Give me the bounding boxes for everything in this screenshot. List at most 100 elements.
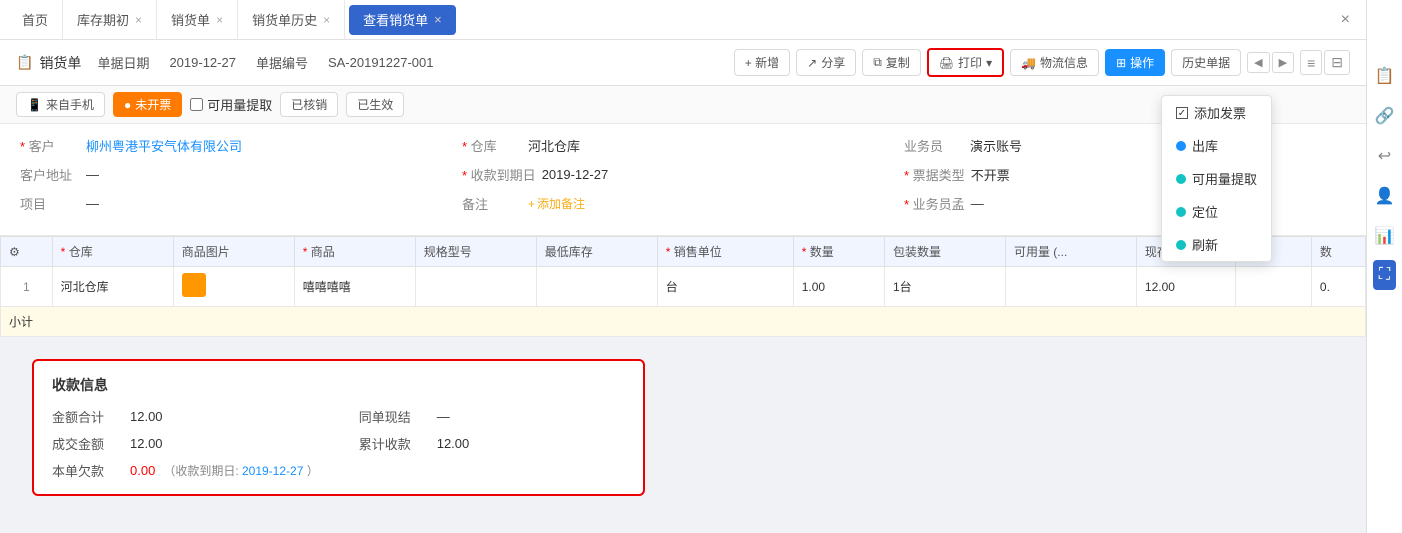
row-warehouse: 河北仓库 [52, 267, 173, 307]
sidebar-link-icon[interactable]: 🔗 [1369, 100, 1401, 132]
col-available: 可用量 (... [1005, 237, 1136, 267]
col-settings: ⚙ [1, 237, 53, 267]
print-button[interactable]: 🖨 打印 ▾ [927, 48, 1004, 77]
share-button[interactable]: ↗ 分享 [796, 49, 856, 76]
product-image [182, 273, 206, 297]
form-row-1: 客户 柳州粤港平安气体有限公司 仓库 河北仓库 业务员 演示账号 [20, 136, 1346, 155]
sidebar-expand-icon[interactable]: ⛶ [1373, 260, 1396, 290]
doc-date-label: 单据日期 [97, 53, 149, 72]
doc-header: 📋 销货单 单据日期 2019-12-27 单据编号 SA-20191227-0… [0, 40, 1366, 86]
dropdown-outbound[interactable]: 出库 [1162, 129, 1271, 162]
payment-title: 收款信息 [52, 375, 625, 395]
col-product-img: 商品图片 [173, 237, 294, 267]
col-quantity: 数量 [793, 237, 884, 267]
payment-deal: 成交金额 12.00 [52, 434, 319, 453]
address-label: 客户地址 [20, 165, 80, 184]
sidebar-return-icon[interactable]: ↩ [1372, 140, 1397, 172]
customer-field: 客户 柳州粤港平安气体有限公司 [20, 136, 462, 155]
logistics-button[interactable]: 🚚 物流信息 [1010, 49, 1099, 76]
sidebar-user-icon[interactable]: 👤 [1369, 180, 1401, 212]
dropdown-available-extract[interactable]: 可用量提取 [1162, 162, 1271, 195]
dropdown-locate[interactable]: 定位 [1162, 195, 1271, 228]
customer-label: 客户 [20, 136, 80, 155]
due-date-note: （收款到期日: 2019-12-27 ） [163, 462, 318, 479]
address-value: — [86, 167, 99, 182]
project-value: — [86, 196, 99, 211]
copy-button[interactable]: ⧉ 复制 [862, 49, 921, 76]
ticket-type-label: 票据类型 [904, 165, 965, 184]
row-min-stock [536, 267, 657, 307]
check-area: 可用量提取 [190, 95, 272, 114]
doc-meta: 单据日期 2019-12-27 单据编号 SA-20191227-001 [97, 53, 433, 72]
col-min-stock: 最低库存 [536, 237, 657, 267]
tab-inventory-init[interactable]: 库存期初 × [63, 0, 157, 40]
doc-icon: 📋 [16, 54, 33, 71]
close-all-tabs[interactable]: × [1333, 11, 1358, 29]
revoked-button[interactable]: 已核销 [280, 92, 338, 117]
payment-same-settlement: 同单现结 — [359, 407, 626, 426]
operation-icon: ⊞ [1116, 56, 1126, 70]
print-dropdown-arrow: ▾ [986, 56, 992, 70]
not-opened-button[interactable]: ● 未开票 [113, 92, 182, 117]
sales-employee-label: 业务员孟 [904, 194, 965, 213]
row-available [1005, 267, 1136, 307]
payment-total: 金额合计 12.00 [52, 407, 319, 426]
close-history-tab[interactable]: × [323, 13, 330, 27]
payment-date-label: 收款到期日 [462, 165, 536, 184]
warehouse-label: 仓库 [462, 136, 522, 155]
payment-owed: 本单欠款 0.00 （收款到期日: 2019-12-27 ） [52, 461, 319, 480]
row-no: 1 [1, 267, 53, 307]
dropdown-menu: ✓ 添加发票 出库 可用量提取 定位 刷新 [1161, 95, 1272, 262]
col-sales-unit: 销售单位 [657, 237, 793, 267]
subtotal-label: 小计 [1, 307, 1366, 337]
sidebar-chart-icon[interactable]: 📊 [1369, 220, 1401, 252]
close-sales-tab[interactable]: × [216, 13, 223, 27]
same-settlement-value: — [437, 409, 450, 424]
col-pack-qty: 包装数量 [884, 237, 1005, 267]
tab-bar: 首页 库存期初 × 销货单 × 销货单历史 × 查看销货单 × × [0, 0, 1366, 40]
warehouse-value: 河北仓库 [528, 136, 580, 155]
accumulated-label: 累计收款 [359, 434, 429, 453]
grid-view-btn[interactable]: ⊟ [1324, 50, 1350, 75]
operation-button[interactable]: ⊞ 操作 [1105, 49, 1165, 76]
dropdown-refresh[interactable]: 刷新 [1162, 228, 1271, 261]
total-value: 12.00 [130, 409, 163, 424]
tab-view-sales[interactable]: 查看销货单 × [349, 5, 456, 35]
plus-icon: + [528, 197, 535, 211]
tab-home[interactable]: 首页 [8, 0, 63, 40]
address-field: 客户地址 — [20, 165, 462, 184]
available-extract-checkbox[interactable] [190, 98, 203, 111]
col-spec: 规格型号 [415, 237, 536, 267]
list-view-btn[interactable]: ≡ [1300, 50, 1322, 75]
row-unit-price [1235, 267, 1311, 307]
table-row: 1 河北仓库 嘻嘻嘻嘻 台 1.00 1台 12.00 0. [1, 267, 1366, 307]
form-row-2: 客户地址 — 收款到期日 2019-12-27 票据类型 不开票 [20, 165, 1346, 184]
history-button[interactable]: 历史单据 [1171, 49, 1241, 76]
close-inventory-tab[interactable]: × [135, 13, 142, 27]
new-button[interactable]: + 新增 [734, 49, 790, 76]
doc-no-value: SA-20191227-001 [328, 55, 434, 70]
payment-date-field: 收款到期日 2019-12-27 [462, 165, 904, 184]
prev-button[interactable]: ◀ [1247, 52, 1269, 73]
sales-employee-field: 业务员孟 — [904, 194, 1346, 213]
row-product: 嘻嘻嘻嘻 [294, 267, 415, 307]
project-field: 项目 — [20, 194, 462, 213]
warehouse-field: 仓库 河北仓库 [462, 136, 904, 155]
next-button[interactable]: ▶ [1272, 52, 1294, 73]
row-amount: 0. [1311, 267, 1365, 307]
row-pack-qty: 1台 [884, 267, 1005, 307]
payment-section: 收款信息 金额合计 12.00 同单现结 — 成交金额 12.00 累计收款 1… [32, 359, 645, 496]
tab-sales-history[interactable]: 销货单历史 × [238, 0, 345, 40]
dropdown-add-invoice[interactable]: ✓ 添加发票 [1162, 96, 1271, 129]
sidebar-doc-icon[interactable]: 📋 [1369, 60, 1401, 92]
nav-arrows: ◀ ▶ [1247, 52, 1294, 73]
payment-accumulated: 累计收款 12.00 [359, 434, 626, 453]
note-label: 备注 [462, 194, 522, 213]
effective-button[interactable]: 已生效 [346, 92, 404, 117]
print-icon: 🖨 [939, 56, 954, 70]
from-phone-button[interactable]: 📱 来自手机 [16, 92, 105, 117]
add-note-button[interactable]: + 添加备注 [528, 195, 585, 212]
tab-sales-order[interactable]: 销货单 × [157, 0, 238, 40]
note-field: 备注 + 添加备注 [462, 194, 904, 213]
close-main-tab[interactable]: × [434, 12, 442, 27]
